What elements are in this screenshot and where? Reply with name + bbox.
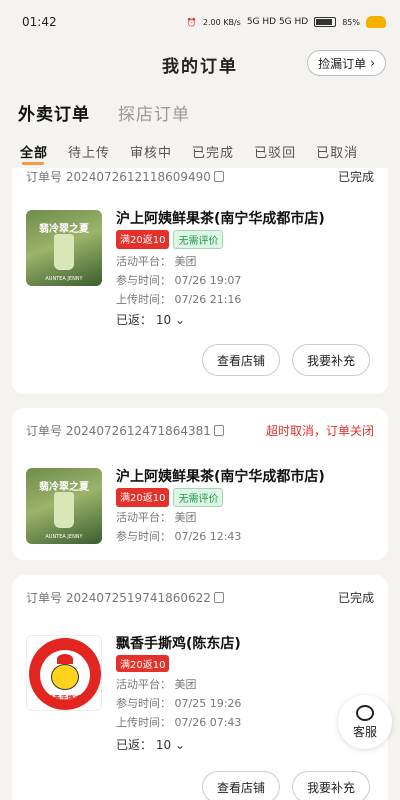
chevron-right-icon: ›	[370, 56, 375, 70]
pick-order-button[interactable]: 捡漏订单 ›	[307, 50, 386, 76]
promo-tags: 满20返10	[116, 655, 170, 672]
order-no-label: 订单号	[26, 170, 63, 184]
shop-thumbnail: 翡冷翠之夏 AUNTEA JENNY	[26, 468, 102, 544]
net-speed: 2.00 KB/s	[202, 17, 241, 27]
supplement-button[interactable]: 我要补充	[292, 344, 371, 376]
order-list[interactable]: 订单号 2024072612118609490 已完成 翡冷翠之夏 AUNTEA…	[0, 168, 400, 800]
thumb-brand: AUNTEA JENNY	[45, 276, 83, 282]
shop-name: 沪上阿姨鲜果茶(南宁华成都市店)	[116, 469, 325, 485]
order-status: 超时取消，订单关闭	[265, 424, 374, 438]
thumb-chinese-name: 飘香手撕鸡	[46, 695, 82, 703]
network-label: 5G HD 5G HD	[246, 17, 309, 27]
shop-thumbnail: 飘香手撕鸡	[26, 635, 102, 711]
returned-amount[interactable]: 已返： 10 ⌄	[116, 736, 185, 753]
upload-time: 上传时间： 07/26 07:43	[116, 716, 242, 729]
status-bar: 01:42 ⏰ 2.00 KB/s 5G HD 5G HD 85%	[0, 0, 400, 44]
order-status: 已完成	[337, 170, 374, 184]
cup-image	[54, 234, 74, 270]
sub-tab-all[interactable]: 全部	[20, 142, 48, 168]
shop-name: 沪上阿姨鲜果茶(南宁华成都市店)	[116, 211, 325, 227]
sub-tab-reviewing[interactable]: 审核中	[130, 142, 172, 168]
copy-icon[interactable]	[213, 425, 224, 436]
customer-service-button[interactable]: 客服	[338, 695, 392, 749]
order-status: 已完成	[337, 591, 374, 605]
returned-label: 已返： 10	[116, 313, 172, 327]
order-card: 订单号 2024072612118609490 已完成 翡冷翠之夏 AUNTEA…	[12, 168, 388, 394]
status-icons: ⏰ 2.00 KB/s 5G HD 5G HD 85%	[187, 16, 386, 28]
supplement-button[interactable]: 我要补充	[292, 771, 371, 800]
shop-thumbnail: 翡冷翠之夏 AUNTEA JENNY	[26, 210, 102, 286]
view-shop-button[interactable]: 查看店铺	[202, 344, 281, 376]
order-no: 2024072612118609490	[65, 170, 211, 184]
tab-store-visit[interactable]: 探店订单	[118, 100, 190, 125]
chicken-icon	[51, 664, 79, 690]
thumb-brand: AUNTEA JENNY	[45, 534, 83, 540]
tab-takeout[interactable]: 外卖订单	[18, 100, 90, 125]
page-title: 我的订单	[162, 56, 238, 77]
order-no: 2024072519741860622	[65, 591, 211, 605]
order-info: 活动平台： 美团 参与时间： 07/25 19:26 上传时间： 07/26 0…	[116, 675, 241, 732]
rebate-tag: 满20返10	[116, 230, 170, 249]
platform: 活动平台： 美团	[116, 678, 197, 691]
upload-time: 上传时间： 07/26 21:16	[116, 293, 242, 306]
gold-ingot-icon	[366, 16, 386, 28]
cup-image	[54, 492, 74, 528]
order-header: 订单号 2024072612118609490 已完成	[26, 168, 374, 185]
order-header: 订单号 2024072612471864381 超时取消，订单关闭	[26, 422, 374, 439]
rebate-tag: 满20返10	[116, 488, 170, 507]
sub-tab-pending-upload[interactable]: 待上传	[68, 142, 110, 168]
join-time: 参与时间： 07/26 19:07	[116, 274, 242, 287]
order-header: 订单号 2024072519741860622 已完成	[26, 589, 374, 606]
copy-icon[interactable]	[213, 592, 224, 603]
header: 我的订单 捡漏订单 ›	[0, 44, 400, 84]
rebate-tag: 满20返10	[116, 655, 170, 672]
order-info: 活动平台： 美团 参与时间： 07/26 12:43	[116, 508, 241, 546]
order-no: 2024072612471864381	[65, 424, 211, 438]
order-no-label: 订单号	[26, 591, 63, 605]
battery-icon	[314, 17, 337, 27]
main-tabs: 外卖订单 探店订单	[18, 100, 190, 125]
thumb-title: 翡冷翠之夏	[39, 482, 89, 493]
view-shop-button[interactable]: 查看店铺	[202, 771, 281, 800]
battery-level: 85%	[342, 17, 360, 27]
status-tabs: 全部 待上传 审核中 已完成 已驳回 已取消	[0, 142, 400, 168]
sub-tab-cancelled[interactable]: 已取消	[316, 142, 358, 168]
sub-tab-completed[interactable]: 已完成	[192, 142, 234, 168]
promo-tags: 满20返10 无需评价	[116, 230, 224, 249]
alarm-icon: ⏰	[186, 17, 197, 27]
no-review-tag: 无需评价	[173, 488, 224, 507]
pick-order-label: 捡漏订单	[318, 56, 367, 71]
chevron-down-icon: ⌄	[174, 738, 185, 752]
sub-tab-rejected[interactable]: 已驳回	[254, 142, 296, 168]
customer-service-label: 客服	[352, 724, 377, 739]
returned-label: 已返： 10	[116, 738, 172, 752]
join-time: 参与时间： 07/26 12:43	[116, 530, 242, 543]
shop-name: 飘香手撕鸡(陈东店)	[116, 636, 241, 652]
promo-tags: 满20返10 无需评价	[116, 488, 224, 507]
order-no-label: 订单号	[26, 424, 63, 438]
headset-icon	[356, 704, 374, 721]
order-info: 活动平台： 美团 参与时间： 07/26 19:07 上传时间： 07/26 2…	[116, 252, 241, 309]
platform: 活动平台： 美团	[116, 511, 197, 524]
order-card: 订单号 2024072612471864381 超时取消，订单关闭 翡冷翠之夏 …	[12, 408, 388, 560]
chevron-down-icon: ⌄	[174, 313, 185, 327]
no-review-tag: 无需评价	[173, 230, 224, 249]
platform: 活动平台： 美团	[116, 255, 197, 268]
clock: 01:42	[22, 15, 57, 29]
join-time: 参与时间： 07/25 19:26	[116, 697, 242, 710]
thumb-title: 翡冷翠之夏	[39, 224, 89, 235]
order-card: 订单号 2024072519741860622 已完成 飘香手撕鸡 飘香手撕鸡(…	[12, 575, 388, 800]
chicken-comb	[57, 654, 73, 664]
copy-icon[interactable]	[213, 171, 224, 182]
returned-amount[interactable]: 已返： 10 ⌄	[116, 311, 185, 328]
